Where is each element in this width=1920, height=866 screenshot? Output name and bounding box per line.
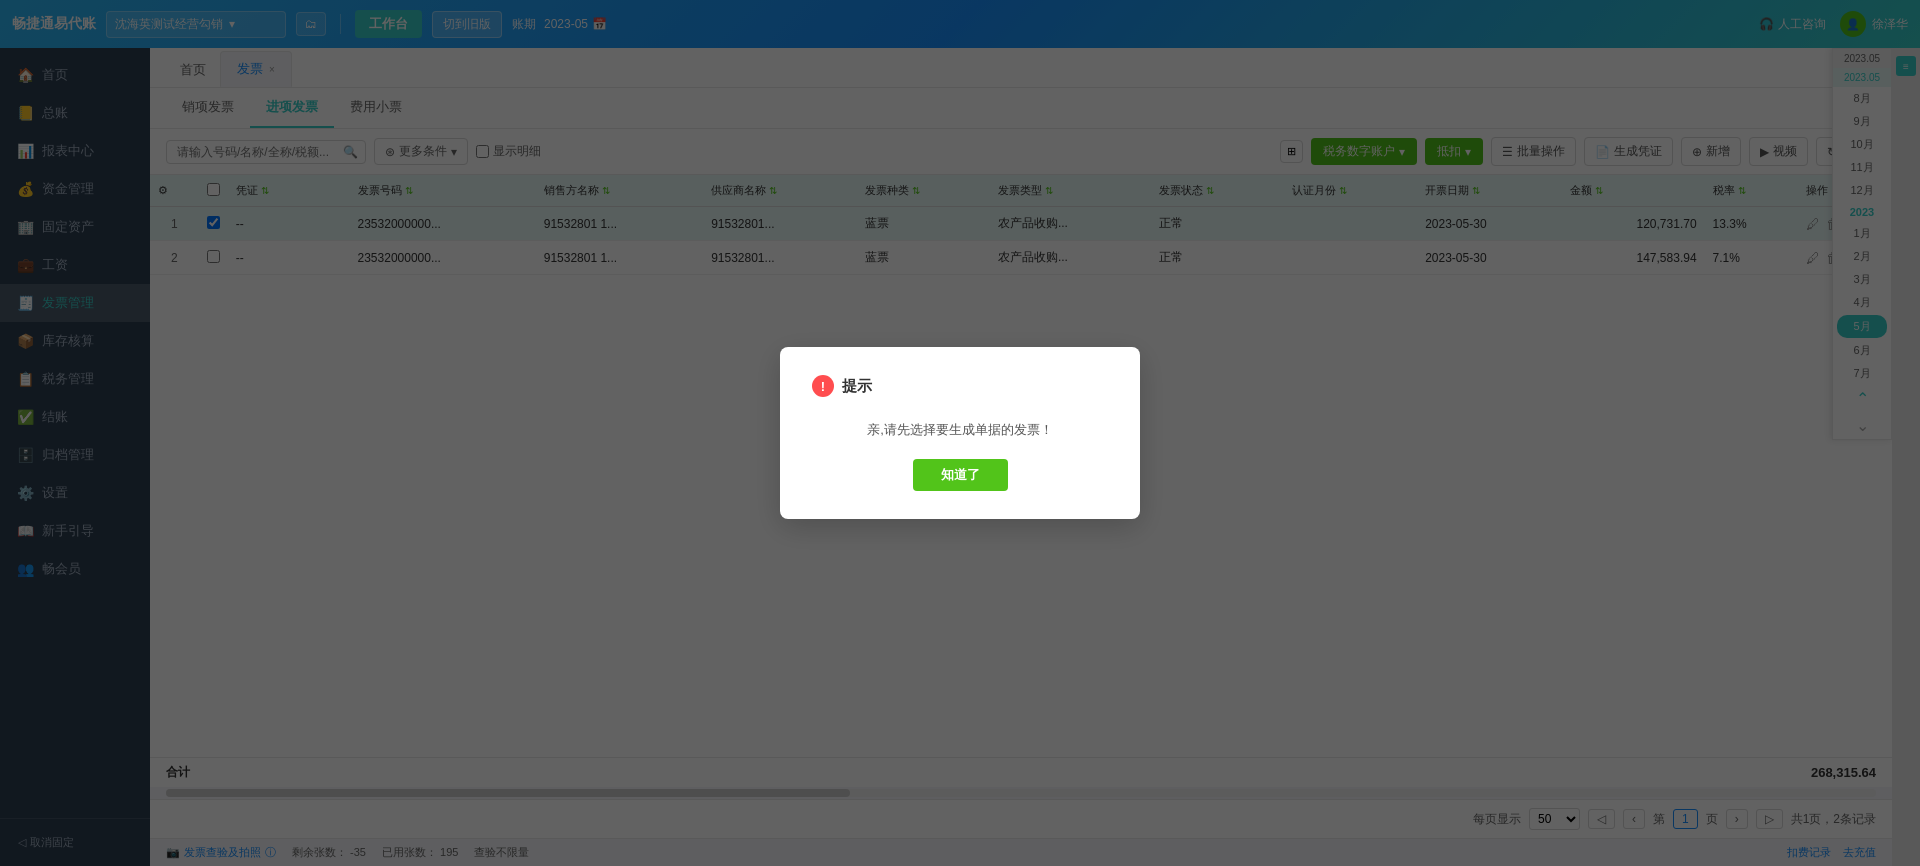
modal-confirm-button[interactable]: 知道了 xyxy=(913,459,1008,491)
modal-body: 亲,请先选择要生成单据的发票！ xyxy=(812,413,1108,459)
modal-warning-icon: ! xyxy=(812,375,834,397)
alert-modal: ! 提示 亲,请先选择要生成单据的发票！ 知道了 xyxy=(780,347,1140,519)
modal-message: 亲,请先选择要生成单据的发票！ xyxy=(867,422,1053,437)
modal-title: 提示 xyxy=(842,377,872,396)
modal-header: ! 提示 xyxy=(812,375,1108,397)
modal-container: ! 提示 亲,请先选择要生成单据的发票！ 知道了 xyxy=(0,0,1920,866)
modal-footer: 知道了 xyxy=(812,459,1108,491)
